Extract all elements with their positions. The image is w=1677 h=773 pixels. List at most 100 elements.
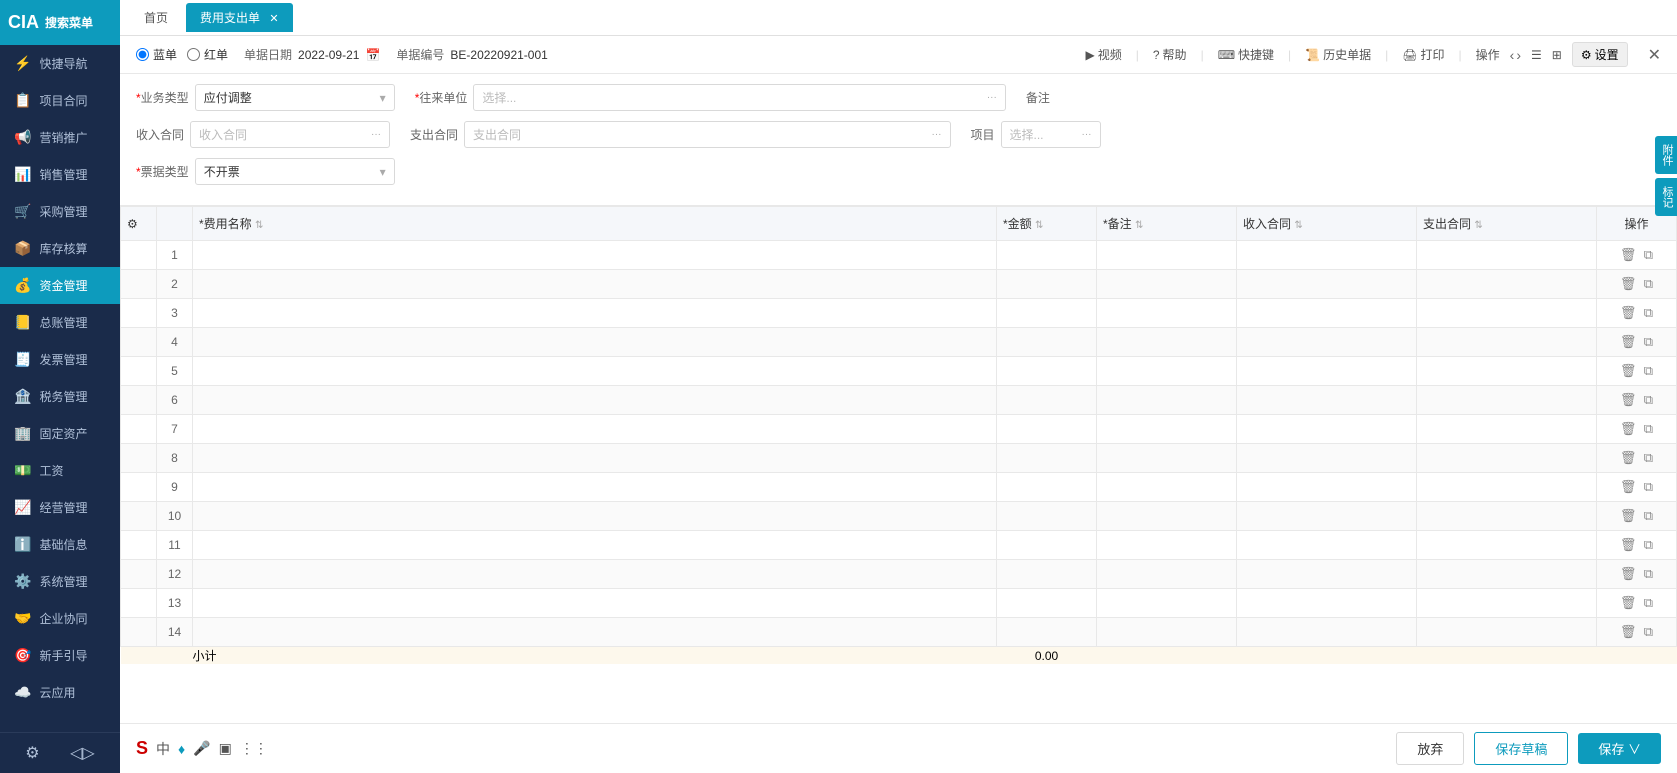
copy-row-icon[interactable]: ⧉: [1644, 363, 1653, 378]
sidebar-item-inventory[interactable]: 📦 库存核算: [0, 230, 120, 267]
delete-row-icon[interactable]: 🗑: [1620, 595, 1637, 610]
tab-home[interactable]: 首页: [130, 3, 182, 32]
sidebar-item-purchase[interactable]: 🛒 采购管理: [0, 193, 120, 230]
tab-expense[interactable]: 费用支出单 ✕: [186, 3, 293, 32]
notes-cell[interactable]: [1097, 589, 1237, 618]
amount-cell[interactable]: [997, 560, 1097, 589]
sidebar-item-basic-info[interactable]: ℹ️ 基础信息: [0, 526, 120, 563]
expense-name-cell[interactable]: [193, 618, 997, 647]
sidebar-item-tax[interactable]: 🏦 税务管理: [0, 378, 120, 415]
notes-cell[interactable]: [1097, 473, 1237, 502]
expense-contract-cell[interactable]: [1417, 299, 1597, 328]
delete-row-icon[interactable]: 🗑: [1620, 363, 1637, 378]
income-contract-cell[interactable]: [1237, 560, 1417, 589]
expense-contract-cell[interactable]: [1417, 531, 1597, 560]
copy-row-icon[interactable]: ⧉: [1644, 450, 1653, 465]
diamond-icon[interactable]: ♦: [178, 741, 185, 757]
income-contract-cell[interactable]: [1237, 357, 1417, 386]
amount-cell[interactable]: [997, 531, 1097, 560]
delete-row-icon[interactable]: 🗑: [1620, 305, 1637, 320]
income-contract-cell[interactable]: [1237, 444, 1417, 473]
expense-name-cell[interactable]: [193, 531, 997, 560]
income-contract-cell[interactable]: [1237, 473, 1417, 502]
sidebar-item-cloud[interactable]: ☁️ 云应用: [0, 674, 120, 711]
notes-cell[interactable]: [1097, 560, 1237, 589]
delete-row-icon[interactable]: 🗑: [1620, 334, 1637, 349]
red-bill-radio[interactable]: 红单: [187, 46, 228, 63]
delete-row-icon[interactable]: 🗑: [1620, 247, 1637, 262]
delete-row-icon[interactable]: 🗑: [1620, 508, 1637, 523]
copy-row-icon[interactable]: ⧉: [1644, 508, 1653, 523]
shortcut-btn[interactable]: ⌨ 快捷键: [1218, 46, 1274, 63]
delete-row-icon[interactable]: 🗑: [1620, 537, 1637, 552]
nav-next-btn[interactable]: ›: [1516, 47, 1521, 63]
notes-cell[interactable]: [1097, 357, 1237, 386]
income-contract-cell[interactable]: [1237, 328, 1417, 357]
print-btn[interactable]: 🖨 打印: [1402, 46, 1444, 63]
copy-row-icon[interactable]: ⧉: [1644, 392, 1653, 407]
expense-contract-input[interactable]: 支出合同 ···: [464, 121, 950, 148]
project-input[interactable]: 选择... ···: [1001, 121, 1101, 148]
notes-cell[interactable]: [1097, 270, 1237, 299]
copy-row-icon[interactable]: ⧉: [1644, 624, 1653, 639]
sidebar-item-operations[interactable]: 📈 经营管理: [0, 489, 120, 526]
delete-row-icon[interactable]: 🗑: [1620, 624, 1637, 639]
expense-contract-cell[interactable]: [1417, 618, 1597, 647]
expense-contract-cell[interactable]: [1417, 241, 1597, 270]
mark-panel-item[interactable]: 标记: [1655, 178, 1677, 216]
expense-contract-cell[interactable]: [1417, 357, 1597, 386]
video-btn[interactable]: ▶ 视频: [1085, 46, 1121, 63]
sidebar-item-ledger[interactable]: 📒 总账管理: [0, 304, 120, 341]
chinese-input-icon[interactable]: 中: [156, 739, 170, 759]
business-type-select[interactable]: 应付调整 ▾: [195, 84, 395, 111]
income-contract-cell[interactable]: [1237, 531, 1417, 560]
notes-cell[interactable]: [1097, 386, 1237, 415]
expense-name-cell[interactable]: [193, 415, 997, 444]
invoice-type-select[interactable]: 不开票 ▾: [195, 158, 395, 185]
delete-row-icon[interactable]: 🗑: [1620, 276, 1637, 291]
income-contract-cell[interactable]: [1237, 299, 1417, 328]
copy-row-icon[interactable]: ⧉: [1644, 421, 1653, 436]
red-bill-input[interactable]: [187, 48, 200, 61]
expense-name-cell[interactable]: [193, 270, 997, 299]
attachment-panel-item[interactable]: 附件: [1655, 136, 1677, 174]
sidebar-item-sales[interactable]: 📊 销售管理: [0, 156, 120, 193]
expense-contract-cell[interactable]: [1417, 560, 1597, 589]
help-btn[interactable]: ? 帮助: [1153, 46, 1187, 63]
expense-contract-cell[interactable]: [1417, 473, 1597, 502]
partner-input[interactable]: 选择... ···: [473, 84, 1005, 111]
sidebar-item-invoice[interactable]: 🧾 发票管理: [0, 341, 120, 378]
operations-btn[interactable]: 操作: [1476, 46, 1500, 63]
sidebar-item-guide[interactable]: 🎯 新手引导: [0, 637, 120, 674]
expense-contract-cell[interactable]: [1417, 502, 1597, 531]
amount-cell[interactable]: [997, 357, 1097, 386]
close-window-btn[interactable]: ✕: [1648, 45, 1661, 65]
expense-name-cell[interactable]: [193, 386, 997, 415]
income-contract-cell[interactable]: [1237, 589, 1417, 618]
income-contract-cell[interactable]: [1237, 502, 1417, 531]
calendar-icon[interactable]: 📅: [365, 48, 380, 62]
copy-row-icon[interactable]: ⧉: [1644, 479, 1653, 494]
notes-cell[interactable]: [1097, 415, 1237, 444]
table-settings-icon[interactable]: ⚙: [127, 217, 138, 231]
blue-bill-radio[interactable]: 蓝单: [136, 46, 177, 63]
delete-row-icon[interactable]: 🗑: [1620, 450, 1637, 465]
amount-cell[interactable]: [997, 473, 1097, 502]
notes-cell[interactable]: [1097, 531, 1237, 560]
sidebar-item-payroll[interactable]: 💵 工资: [0, 452, 120, 489]
settings-button[interactable]: ⚙ 设置: [1572, 42, 1628, 67]
expense-name-cell[interactable]: [193, 357, 997, 386]
copy-row-icon[interactable]: ⧉: [1644, 247, 1653, 262]
amount-cell[interactable]: [997, 589, 1097, 618]
amount-cell[interactable]: [997, 415, 1097, 444]
copy-row-icon[interactable]: ⧉: [1644, 537, 1653, 552]
expense-name-cell[interactable]: [193, 473, 997, 502]
delete-row-icon[interactable]: 🗑: [1620, 566, 1637, 581]
save-draft-button[interactable]: 保存草稿: [1474, 732, 1568, 765]
expense-name-cell[interactable]: [193, 589, 997, 618]
list-view-btn[interactable]: ☰: [1531, 48, 1542, 62]
copy-row-icon[interactable]: ⧉: [1644, 305, 1653, 320]
expense-contract-cell[interactable]: [1417, 386, 1597, 415]
dots-icon[interactable]: ⋮⋮: [240, 740, 268, 757]
income-contract-cell[interactable]: [1237, 386, 1417, 415]
